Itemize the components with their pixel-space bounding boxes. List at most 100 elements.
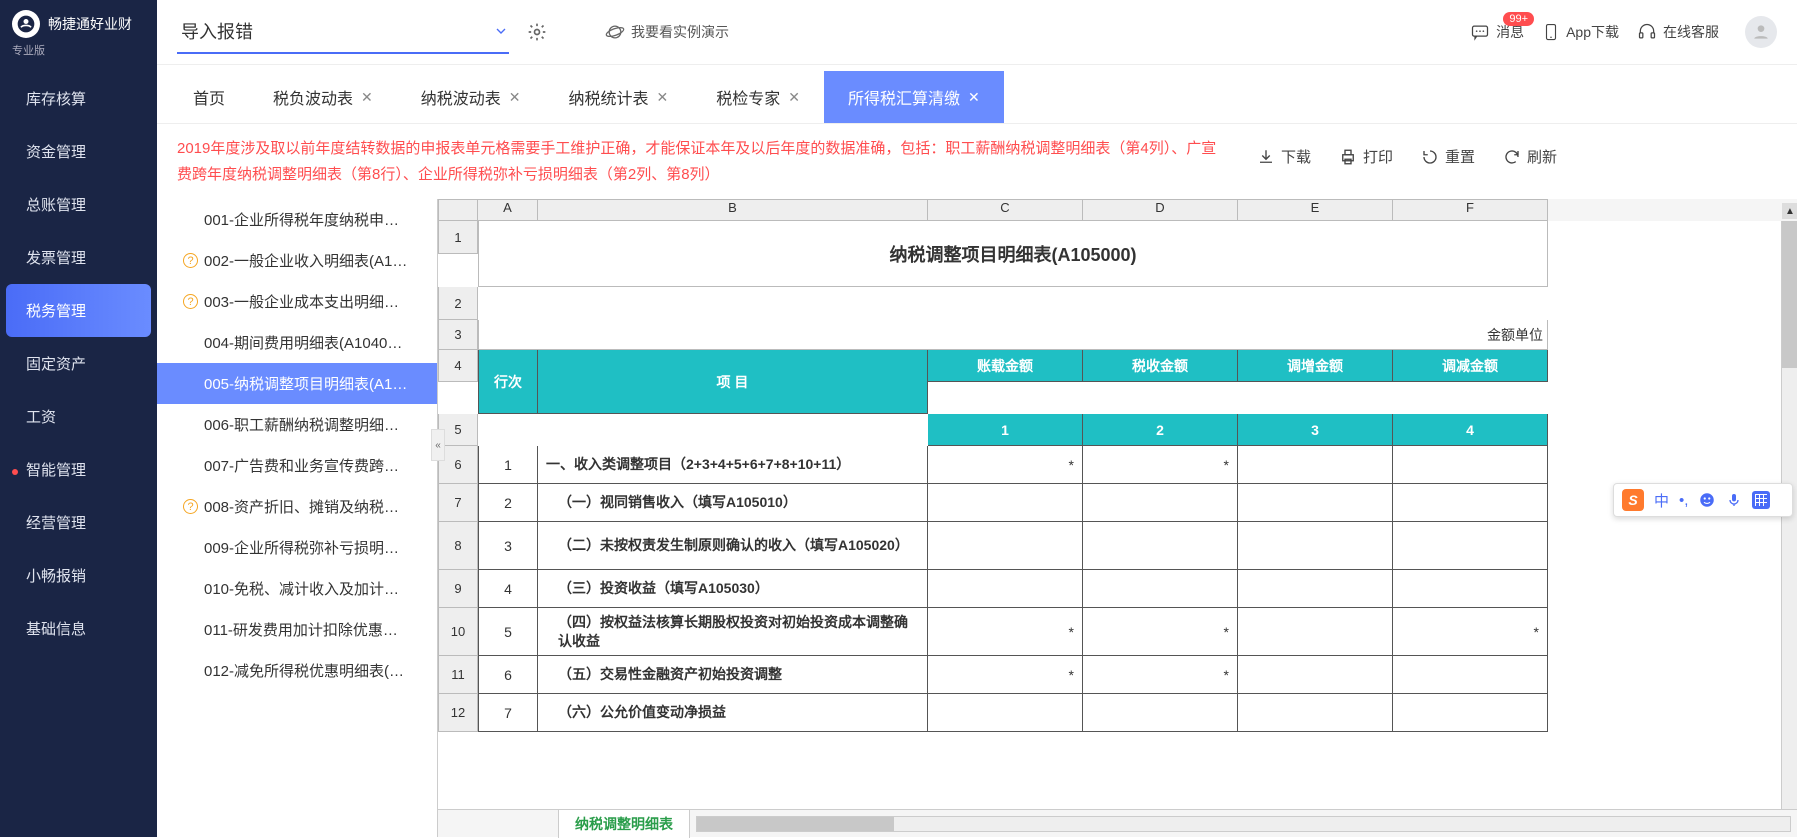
cell[interactable] [1083, 484, 1238, 522]
form-item-3[interactable]: 004-期间费用明细表(A1040… [157, 322, 437, 363]
sidebar-item-1[interactable]: 资金管理 [0, 125, 157, 178]
cell[interactable]: 调增金额 [1238, 350, 1393, 382]
sidebar-item-10[interactable]: 基础信息 [0, 602, 157, 655]
cell[interactable] [1238, 446, 1393, 484]
cell[interactable]: 行次 [478, 350, 538, 414]
close-icon[interactable]: ✕ [788, 89, 800, 106]
cell[interactable]: 一、收入类调整项目（2+3+4+5+6+7+8+10+11） [538, 446, 928, 484]
cell[interactable]: 账载金额 [928, 350, 1083, 382]
form-item-8[interactable]: 009-企业所得税弥补亏损明… [157, 527, 437, 568]
online-service-button[interactable]: 在线客服 [1637, 22, 1719, 42]
sidebar-item-5[interactable]: 固定资产 [0, 337, 157, 390]
row-header[interactable]: 4 [438, 350, 478, 382]
cell[interactable]: * [928, 656, 1083, 694]
messages-button[interactable]: 消息 99+ [1470, 22, 1524, 42]
help-icon[interactable]: ? [183, 253, 198, 268]
tab-0[interactable]: 首页 [169, 71, 249, 123]
row-header[interactable]: 3 [438, 320, 478, 350]
cell[interactable] [1393, 522, 1548, 570]
sidebar-item-7[interactable]: 智能管理 [0, 443, 157, 496]
cell[interactable] [1238, 694, 1393, 732]
cell[interactable]: 纳税调整项目明细表(A105000) [478, 221, 1548, 287]
form-item-9[interactable]: 010-免税、减计收入及加计… [157, 568, 437, 609]
cell[interactable] [1238, 608, 1393, 656]
cell[interactable]: 6 [478, 656, 538, 694]
tab-1[interactable]: 税负波动表✕ [249, 71, 397, 123]
cell[interactable] [928, 570, 1083, 608]
ime-keyboard-icon[interactable] [1752, 491, 1770, 509]
close-icon[interactable]: ✕ [657, 89, 669, 106]
cell[interactable]: 2 [478, 484, 538, 522]
cell[interactable] [1238, 656, 1393, 694]
cell[interactable] [1393, 656, 1548, 694]
cell[interactable]: 5 [478, 608, 538, 656]
close-icon[interactable]: ✕ [361, 89, 373, 106]
cell[interactable]: 2 [1083, 414, 1238, 446]
sheet-body[interactable]: 1纳税调整项目明细表(A105000)23金额单位4行次项 目账载金额税收金额调… [438, 221, 1797, 809]
cell[interactable]: 3 [1238, 414, 1393, 446]
row-header[interactable]: 1 [438, 221, 478, 254]
ime-emoji-icon[interactable] [1698, 491, 1716, 509]
cell[interactable] [1238, 484, 1393, 522]
col-header-F[interactable]: F [1393, 199, 1548, 221]
form-item-4[interactable]: 005-纳税调整项目明细表(A1… [157, 363, 437, 404]
cell[interactable]: （四）按权益法核算长期股权投资对初始投资成本调整确认收益 [538, 608, 928, 656]
cell[interactable] [928, 484, 1083, 522]
close-icon[interactable]: ✕ [968, 89, 980, 106]
refresh-button[interactable]: 刷新 [1503, 146, 1557, 167]
ime-punct-icon[interactable]: •, [1679, 492, 1688, 509]
help-icon[interactable]: ? [183, 499, 198, 514]
cell[interactable]: 1 [928, 414, 1083, 446]
sidebar-item-9[interactable]: 小畅报销 [0, 549, 157, 602]
reset-button[interactable]: 重置 [1421, 146, 1475, 167]
col-header-A[interactable]: A [478, 199, 538, 221]
form-item-2[interactable]: ?003-一般企业成本支出明细… [157, 281, 437, 322]
scroll-up-icon[interactable]: ▲ [1782, 203, 1797, 219]
horizontal-scrollbar[interactable] [696, 816, 1791, 832]
cell[interactable]: 税收金额 [1083, 350, 1238, 382]
row-header[interactable]: 8 [438, 522, 478, 570]
ime-lang[interactable]: 中 [1654, 490, 1669, 511]
col-header-E[interactable]: E [1238, 199, 1393, 221]
form-item-1[interactable]: ?002-一般企业收入明细表(A1… [157, 240, 437, 281]
col-header-D[interactable]: D [1083, 199, 1238, 221]
vscroll-thumb[interactable] [1782, 221, 1797, 368]
cell[interactable] [1393, 694, 1548, 732]
cell[interactable]: * [1083, 656, 1238, 694]
form-item-0[interactable]: 001-企业所得税年度纳税申… [157, 199, 437, 240]
form-item-5[interactable]: 006-职工薪酬纳税调整明细… [157, 404, 437, 445]
cell[interactable]: 调减金额 [1393, 350, 1548, 382]
cell[interactable] [928, 522, 1083, 570]
cell[interactable]: * [928, 608, 1083, 656]
row-header[interactable]: 9 [438, 570, 478, 608]
sidebar-item-2[interactable]: 总账管理 [0, 178, 157, 231]
row-header[interactable]: 7 [438, 484, 478, 522]
tab-4[interactable]: 税检专家✕ [692, 71, 824, 123]
cell[interactable] [1083, 570, 1238, 608]
col-header-C[interactable]: C [928, 199, 1083, 221]
help-icon[interactable]: ? [183, 294, 198, 309]
cell[interactable] [1393, 484, 1548, 522]
cell[interactable] [1393, 446, 1548, 484]
tab-2[interactable]: 纳税波动表✕ [397, 71, 545, 123]
cell[interactable]: * [1083, 446, 1238, 484]
form-item-7[interactable]: ?008-资产折旧、摊销及纳税… [157, 486, 437, 527]
form-item-6[interactable]: 007-广告费和业务宣传费跨… [157, 445, 437, 486]
app-download-button[interactable]: App下载 [1542, 22, 1619, 42]
cell[interactable]: （一）视同销售收入（填写A105010） [538, 484, 928, 522]
cell[interactable]: * [928, 446, 1083, 484]
tab-5[interactable]: 所得税汇算清缴✕ [824, 71, 1004, 123]
sidebar-item-0[interactable]: 库存核算 [0, 72, 157, 125]
page-selector[interactable]: 导入报错 [177, 10, 509, 54]
cell[interactable]: * [1393, 608, 1548, 656]
cell[interactable] [1238, 570, 1393, 608]
form-item-10[interactable]: 011-研发费用加计扣除优惠… [157, 609, 437, 650]
cell[interactable] [1238, 522, 1393, 570]
cell[interactable] [928, 694, 1083, 732]
select-all-corner[interactable] [438, 199, 478, 221]
cell[interactable]: （五）交易性金融资产初始投资调整 [538, 656, 928, 694]
ime-toolbar[interactable]: S 中 •, [1613, 483, 1793, 517]
cell[interactable]: 金额单位 [478, 320, 1548, 350]
tab-3[interactable]: 纳税统计表✕ [545, 71, 693, 123]
row-header[interactable]: 10 [438, 608, 478, 656]
